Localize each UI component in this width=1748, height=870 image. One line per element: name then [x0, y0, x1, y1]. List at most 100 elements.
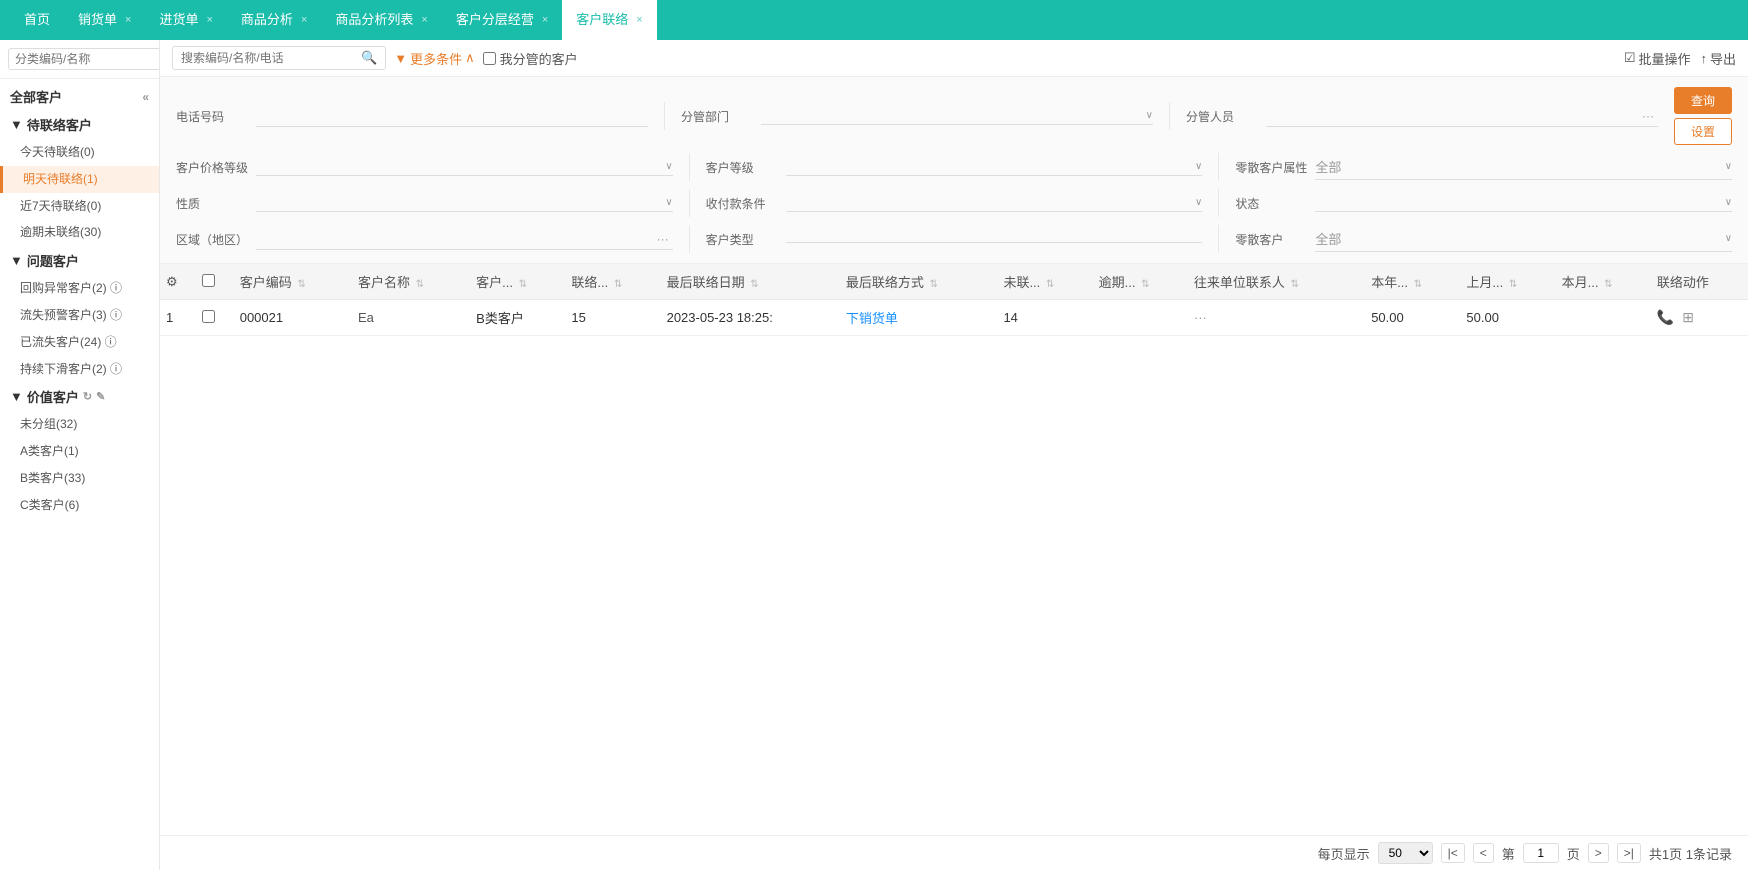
- next-page-btn[interactable]: >: [1588, 843, 1609, 863]
- sidebar-item-continuous-decline[interactable]: 持续下滑客户(2) ⓘ: [0, 356, 159, 383]
- nav-close-icon[interactable]: ×: [125, 0, 131, 40]
- first-page-btn[interactable]: |<: [1441, 843, 1465, 863]
- filter-person: 分管人员 ···: [1186, 106, 1658, 127]
- nav-close-icon[interactable]: ×: [421, 0, 427, 40]
- phone-action-icon[interactable]: 📞: [1657, 309, 1674, 326]
- gear-icon[interactable]: ⚙: [166, 274, 178, 289]
- person-select[interactable]: ···: [1266, 106, 1658, 127]
- sidebar-item-ungroup[interactable]: 未分组(32): [0, 411, 159, 438]
- customer-level-chevron-icon: ∨: [1195, 161, 1202, 172]
- customer-level-select[interactable]: ∨: [786, 158, 1203, 176]
- divider-7: [689, 225, 690, 253]
- nav-item-商品分析列表[interactable]: 商品分析列表×: [321, 0, 441, 40]
- batch-op-label: 批量操作: [1638, 49, 1690, 68]
- problem-section-title: ▼ 问题客户: [0, 246, 159, 275]
- grid-action-icon[interactable]: ⊞: [1682, 309, 1694, 326]
- sidebar-collapse-icon[interactable]: «: [142, 90, 149, 104]
- sidebar-item-overdue-contact[interactable]: 逾期未联络(30): [0, 219, 159, 246]
- per-page-label: 每页显示: [1318, 844, 1370, 863]
- prev-page-btn[interactable]: <: [1473, 843, 1494, 863]
- sidebar-item-tomorrow-contact[interactable]: 明天待联络(1): [0, 166, 159, 193]
- sidebar-item-c-class[interactable]: C类客户(6): [0, 492, 159, 519]
- row-checkbox[interactable]: [202, 310, 215, 323]
- cell-year-amount: 50.00: [1365, 300, 1460, 336]
- sort-icon-unit-contact: ⇅: [1291, 279, 1299, 290]
- col-type[interactable]: 客户... ⇅: [470, 264, 565, 300]
- phone-label: 电话号码: [176, 108, 256, 125]
- query-btn[interactable]: 查询: [1674, 87, 1732, 114]
- sidebar-item-a-class[interactable]: A类客户(1): [0, 438, 159, 465]
- retail-attr-select[interactable]: 全部 ∨: [1315, 154, 1732, 180]
- more-filter-label: 更多条件: [410, 49, 462, 68]
- setting-btn[interactable]: 设置: [1674, 118, 1732, 145]
- col-gear[interactable]: ⚙: [160, 264, 196, 300]
- col-last-method[interactable]: 最后联络方式 ⇅: [840, 264, 998, 300]
- nav-close-icon[interactable]: ×: [301, 0, 307, 40]
- batch-op-btn[interactable]: ☑ 批量操作: [1624, 49, 1691, 68]
- sidebar-item-already-lost[interactable]: 已流失客户(24) ⓘ: [0, 329, 159, 356]
- main-search-input[interactable]: [181, 51, 361, 65]
- col-name[interactable]: 客户名称 ⇅: [352, 264, 470, 300]
- col-actions: 联络动作: [1651, 264, 1748, 300]
- main-search-icon[interactable]: 🔍: [361, 50, 377, 66]
- all-customers-title: 全部客户 «: [0, 79, 159, 110]
- price-level-select[interactable]: ∨: [256, 158, 673, 176]
- sidebar-item-lost-warning[interactable]: 流失预警客户(3) ⓘ: [0, 302, 159, 329]
- sidebar-item-today-contact[interactable]: 今天待联络(0): [0, 139, 159, 166]
- last-page-btn[interactable]: >|: [1617, 843, 1641, 863]
- nav-item-销货单[interactable]: 销货单×: [64, 0, 145, 40]
- page-number-input[interactable]: [1523, 843, 1559, 863]
- retail-customer-select[interactable]: 全部 ∨: [1315, 226, 1732, 252]
- nav-close-icon[interactable]: ×: [636, 0, 642, 40]
- retail-attr-value: 全部: [1315, 157, 1341, 176]
- last-method-link[interactable]: 下销货单: [846, 311, 898, 326]
- my-customers-checkbox-label[interactable]: 我分管的客户: [483, 49, 578, 68]
- filter-customer-type: 客户类型: [706, 231, 1203, 248]
- cell-checkbox[interactable]: [196, 300, 234, 336]
- nav-item-客户分层经营[interactable]: 客户分层经营×: [442, 0, 562, 40]
- nav-close-icon[interactable]: ×: [542, 0, 548, 40]
- col-overdue[interactable]: 逾期... ⇅: [1093, 264, 1188, 300]
- nav-item-商品分析[interactable]: 商品分析×: [227, 0, 321, 40]
- payment-select[interactable]: ∨: [786, 194, 1203, 212]
- per-page-select[interactable]: 50 100 200: [1378, 842, 1433, 864]
- col-last-month[interactable]: 上月... ⇅: [1460, 264, 1555, 300]
- select-all-checkbox[interactable]: [202, 274, 215, 287]
- content-area: 🔍 ▼ 更多条件 ∧ 我分管的客户 ☑ 批量操作 ↑ 导出: [160, 40, 1748, 870]
- status-select[interactable]: ∨: [1315, 194, 1732, 212]
- col-code[interactable]: 客户编码 ⇅: [234, 264, 352, 300]
- col-last-date[interactable]: 最后联络日期 ⇅: [661, 264, 840, 300]
- sidebar-item-abnormal-repurchase[interactable]: 回购异常客户(2) ⓘ: [0, 275, 159, 302]
- customer-type-select[interactable]: [786, 236, 1203, 243]
- phone-input[interactable]: [256, 106, 648, 127]
- col-year-amount[interactable]: 本年... ⇅: [1365, 264, 1460, 300]
- sidebar-item-b-class[interactable]: B类客户(33): [0, 465, 159, 492]
- col-this-month[interactable]: 本月... ⇅: [1556, 264, 1651, 300]
- my-customers-checkbox[interactable]: [483, 52, 496, 65]
- col-checkbox[interactable]: [196, 264, 234, 300]
- nav-item-客户联络[interactable]: 客户联络×: [562, 0, 656, 40]
- filter-retail-customer: 零散客户 全部 ∨: [1235, 226, 1732, 252]
- col-unit-contact[interactable]: 往来单位联系人 ⇅: [1188, 264, 1365, 300]
- value-section-refresh-icon[interactable]: ↻: [83, 390, 92, 403]
- col-not-contacted[interactable]: 未联... ⇅: [997, 264, 1092, 300]
- nav-item-进货单[interactable]: 进货单×: [145, 0, 226, 40]
- nav-close-icon[interactable]: ×: [206, 0, 212, 40]
- filter-dept: 分管部门 ∨: [681, 107, 1153, 125]
- dept-select[interactable]: ∨: [761, 107, 1153, 125]
- more-filter-btn[interactable]: ▼ 更多条件 ∧: [394, 49, 474, 68]
- sidebar-item-week-contact[interactable]: 近7天待联络(0): [0, 193, 159, 220]
- value-section-edit-icon[interactable]: ✎: [96, 390, 105, 403]
- region-select[interactable]: ···: [256, 229, 673, 250]
- nav-item-首页[interactable]: 首页: [10, 0, 64, 40]
- cell-code: 000021: [234, 300, 352, 336]
- cell-contact-count: 15: [565, 300, 660, 336]
- cell-last-method[interactable]: 下销货单: [840, 300, 998, 336]
- region-label: 区域（地区）: [176, 231, 256, 248]
- col-contact-count[interactable]: 联络... ⇅: [565, 264, 660, 300]
- nature-select[interactable]: ∨: [256, 194, 673, 212]
- export-label: 导出: [1710, 49, 1736, 68]
- page-suffix: 页: [1567, 844, 1580, 863]
- sidebar-search-input[interactable]: [8, 48, 160, 70]
- export-btn[interactable]: ↑ 导出: [1700, 49, 1736, 68]
